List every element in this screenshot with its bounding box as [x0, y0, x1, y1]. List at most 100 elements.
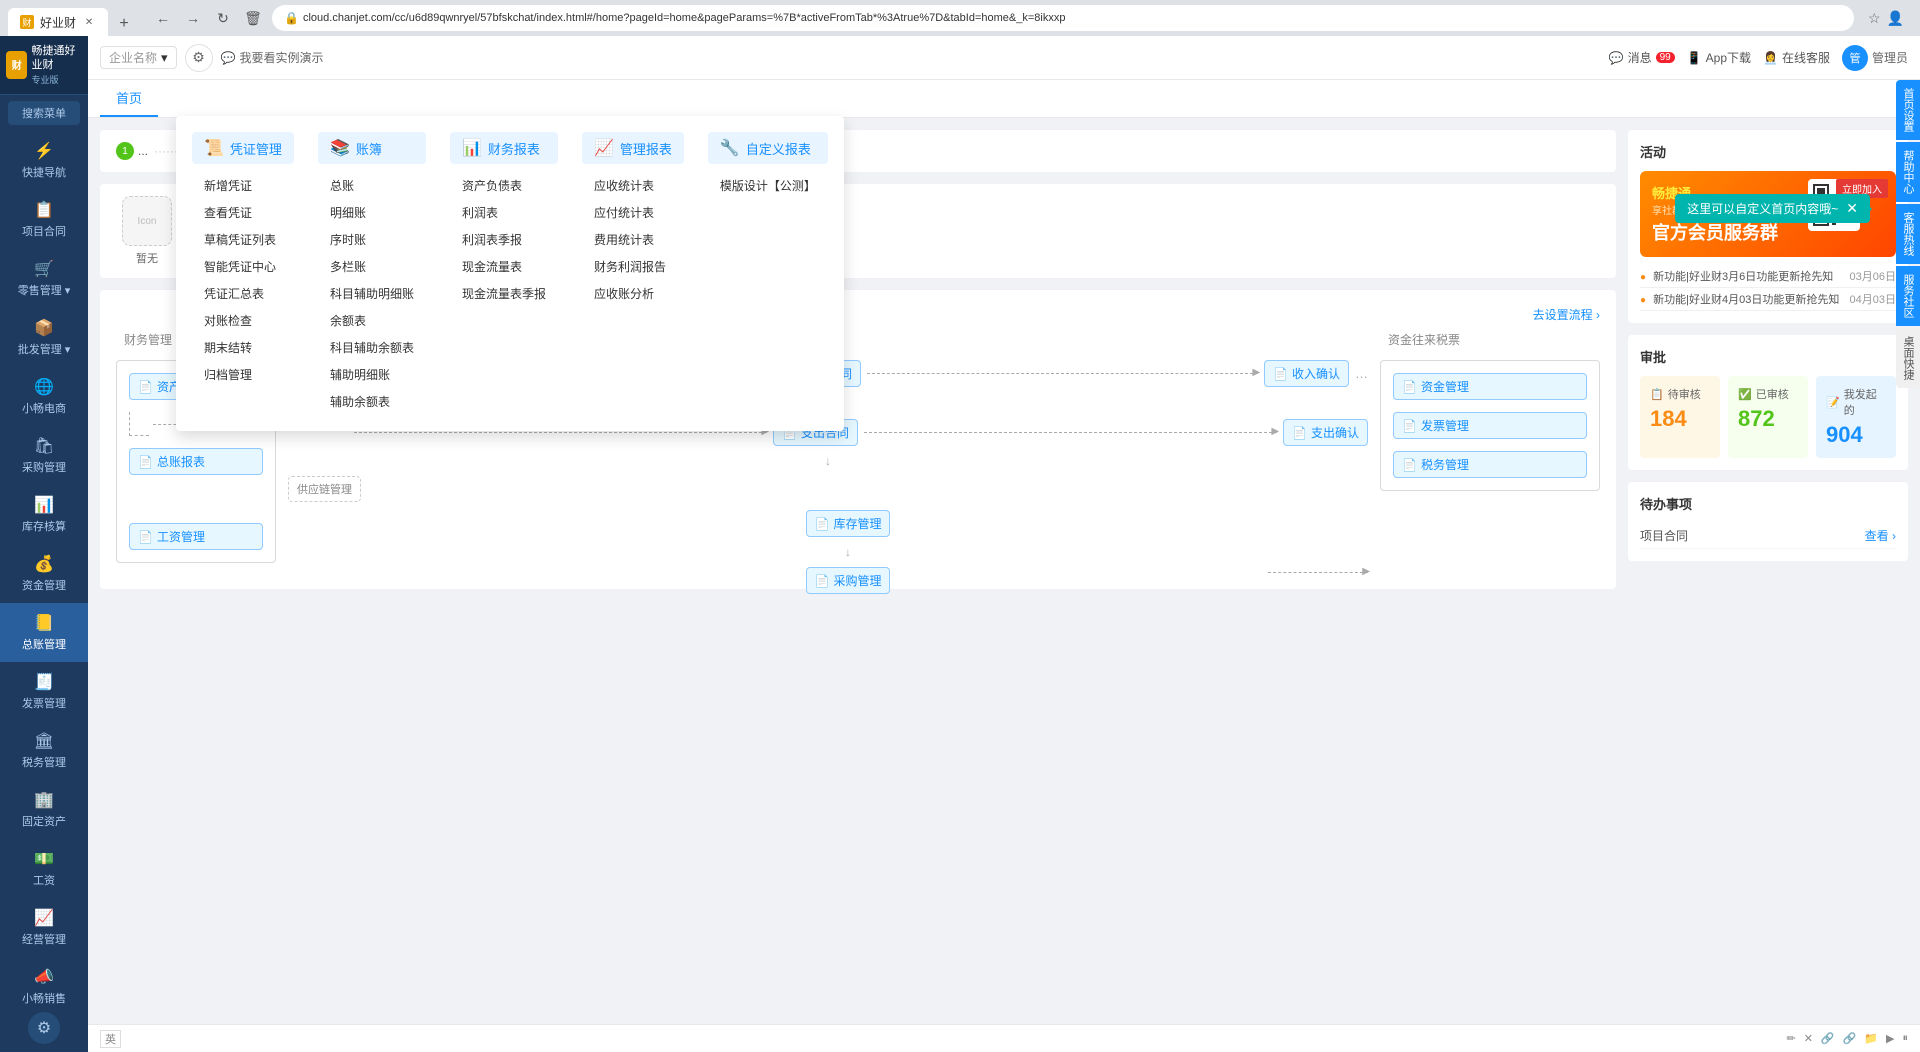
sidebar-item-retail[interactable]: 🛒 零售管理 ▾	[0, 249, 88, 308]
todo-link-1[interactable]: 查看 ›	[1865, 527, 1896, 544]
desktop-shortcut-button[interactable]: 桌面快捷	[1896, 328, 1920, 388]
menu-item-subject-aux-detail[interactable]: 科目辅助明细账	[318, 280, 426, 307]
menu-item-multi-col-ledger[interactable]: 多栏账	[318, 253, 426, 280]
menu-item-general-ledger[interactable]: 总账	[318, 172, 426, 199]
sidebar-settings-button[interactable]: ⚙	[28, 1012, 60, 1044]
sidebar-search-button[interactable]: 搜索菜单	[8, 101, 80, 125]
menu-item-balance-table[interactable]: 余额表	[318, 307, 426, 334]
delete-button[interactable]: 🗑	[240, 5, 266, 31]
edit-icon[interactable]: ✏	[1786, 1032, 1795, 1045]
menu-item-aux-balance[interactable]: 辅助余额表	[318, 388, 426, 415]
sidebar-item-operations[interactable]: 📈 经营管理	[0, 898, 88, 957]
tab-title: 好业财	[40, 14, 76, 31]
flow-expense-confirm[interactable]: 📄 支出确认	[1283, 419, 1368, 446]
new-tab-button[interactable]: +	[112, 12, 136, 36]
customer-hotline-button[interactable]: 客服热线	[1896, 204, 1920, 264]
menu-item-aux-detail[interactable]: 辅助明细账	[318, 361, 426, 388]
message-button[interactable]: 💬 消息 99	[1609, 49, 1675, 66]
menu-item-reconcile[interactable]: 对账检查	[192, 307, 294, 334]
service-community-button[interactable]: 服务社区	[1896, 266, 1920, 326]
back-button[interactable]: ←	[150, 5, 176, 31]
news-item-2[interactable]: ● 新功能|好业财4月03日功能更新抢先知 04月03日	[1640, 288, 1896, 311]
approve-card-pending[interactable]: 📋 待审核 184	[1640, 376, 1720, 458]
menu-item-add-voucher[interactable]: 新增凭证	[192, 172, 294, 199]
link-icon-1[interactable]: 🔗	[1821, 1032, 1835, 1045]
menu-item-receivable-analysis[interactable]: 应收账分析	[582, 280, 684, 307]
sidebar-item-ecommerce[interactable]: 🌐 小畅电商	[0, 367, 88, 426]
flow-inventory-mgmt[interactable]: 📄 库存管理	[806, 510, 891, 537]
quick-icon-box-1: Icon	[122, 196, 172, 246]
menu-item-template-design[interactable]: 模版设计【公测】	[708, 172, 828, 199]
approve-card-approved[interactable]: ✅ 已审核 872	[1728, 376, 1808, 458]
pause-icon[interactable]: ⏸	[1903, 1032, 1909, 1045]
sidebar-item-salary[interactable]: 💵 工资	[0, 839, 88, 898]
menu-item-period-end[interactable]: 期末结转	[192, 334, 294, 361]
sidebar-item-quick-nav[interactable]: ⚡ 快捷导航	[0, 131, 88, 190]
folder-icon[interactable]: 📁	[1864, 1032, 1878, 1045]
menu-item-subject-aux-balance[interactable]: 科目辅助余额表	[318, 334, 426, 361]
flow-salary-mgmt[interactable]: 📄 工资管理	[129, 523, 263, 550]
menu-item-expense-stat[interactable]: 费用统计表	[582, 226, 684, 253]
forward-button[interactable]: →	[180, 5, 206, 31]
menu-item-smart-voucher[interactable]: 智能凭证中心	[192, 253, 294, 280]
sidebar-item-wholesale[interactable]: 📦 批发管理 ▾	[0, 308, 88, 367]
sidebar-item-invoice[interactable]: 🧾 发票管理	[0, 662, 88, 721]
menu-item-archive[interactable]: 归档管理	[192, 361, 294, 388]
quick-icon-1[interactable]: Icon 暂无	[112, 196, 182, 266]
menu-item-financial-profit-report[interactable]: 财务利润报告	[582, 253, 684, 280]
online-service-button[interactable]: 👩‍💼 在线客服	[1763, 49, 1830, 66]
tooltip-text: 这里可以自定义首页内容哦~	[1687, 200, 1838, 217]
reload-button[interactable]: ↻	[210, 5, 236, 31]
flow-invoice-mgmt[interactable]: 📄 发票管理	[1393, 412, 1587, 439]
flow-purchase-mgmt[interactable]: 📄 采购管理	[806, 567, 891, 594]
menu-item-detail-ledger[interactable]: 明细账	[318, 199, 426, 226]
user-area[interactable]: 管 管理员	[1842, 45, 1908, 71]
menu-item-cashflow-quarterly[interactable]: 现金流量表季报	[450, 280, 558, 307]
sidebar-item-inventory[interactable]: 📊 库存核算	[0, 485, 88, 544]
active-tab[interactable]: 财 好业财 ✕	[8, 8, 108, 36]
flow-income-confirm[interactable]: 📄 收入确认	[1264, 360, 1349, 387]
set-flow-link[interactable]: 去设置流程 ›	[1533, 306, 1600, 323]
flow-ledger-report[interactable]: 📄 总账报表	[129, 448, 263, 475]
app-download-button[interactable]: 📱 App下载	[1687, 49, 1751, 66]
tooltip-close-button[interactable]: ✕	[1846, 200, 1858, 217]
approve-card-issued[interactable]: 📝 我发起的 904	[1816, 376, 1896, 458]
tooltip-arrow	[1866, 203, 1878, 215]
menu-item-profit-loss[interactable]: 利润表	[450, 199, 558, 226]
flow-capital-mgmt-right[interactable]: 📄 资金管理	[1393, 373, 1587, 400]
header-settings-button[interactable]: ⚙	[185, 44, 213, 72]
lang-label[interactable]: 英	[100, 1030, 121, 1048]
profile-icon[interactable]: 👤	[1887, 10, 1904, 27]
bookmark-icon[interactable]: ☆	[1868, 10, 1881, 27]
menu-item-draft-voucher[interactable]: 草稿凭证列表	[192, 226, 294, 253]
play-icon[interactable]: ▶	[1886, 1032, 1894, 1045]
news-item-1[interactable]: ● 新功能|好业财3月6日功能更新抢先知 03月06日	[1640, 265, 1896, 288]
sidebar-item-project-contract[interactable]: 📋 项目合同	[0, 190, 88, 249]
menu-item-balance-sheet[interactable]: 资产负债表	[450, 172, 558, 199]
menu-item-view-voucher[interactable]: 查看凭证	[192, 199, 294, 226]
homepage-settings-button[interactable]: 首页设置	[1896, 80, 1920, 140]
close-status-icon[interactable]: ✕	[1804, 1032, 1813, 1045]
menu-item-payable-stat[interactable]: 应付统计表	[582, 199, 684, 226]
sidebar-item-fixed-assets[interactable]: 🏢 固定资产	[0, 780, 88, 839]
menu-item-profit-loss-quarterly[interactable]: 利润表季报	[450, 226, 558, 253]
nav-buttons: ← → ↻ 🗑	[150, 5, 266, 31]
org-selector[interactable]: 企业名称 ▾	[100, 46, 177, 69]
sidebar-item-ledger[interactable]: 📒 总账管理	[0, 603, 88, 662]
message-icon: 💬	[1609, 51, 1624, 65]
sidebar-item-tax[interactable]: 🏛 税务管理	[0, 721, 88, 780]
menu-item-receivable-stat[interactable]: 应收统计表	[582, 172, 684, 199]
sidebar-item-purchase[interactable]: 🛍 采购管理	[0, 426, 88, 485]
menu-item-cashflow[interactable]: 现金流量表	[450, 253, 558, 280]
flow-tax-mgmt[interactable]: 📄 税务管理	[1393, 451, 1587, 478]
link-icon-2[interactable]: 🔗	[1843, 1032, 1857, 1045]
address-bar[interactable]: 🔒 cloud.chanjet.com/cc/u6d89qwnryel/57bf…	[272, 5, 1854, 31]
sidebar-item-sales[interactable]: 📣 小畅销售	[0, 957, 88, 1004]
sidebar-item-capital[interactable]: 💰 资金管理	[0, 544, 88, 603]
tab-close-button[interactable]: ✕	[82, 15, 96, 29]
tab-home[interactable]: 首页	[100, 80, 158, 117]
demo-button[interactable]: 💬 我要看实例演示	[221, 49, 324, 66]
menu-item-voucher-summary[interactable]: 凭证汇总表	[192, 280, 294, 307]
menu-item-sequential-ledger[interactable]: 序时账	[318, 226, 426, 253]
help-center-button[interactable]: 帮助中心	[1896, 142, 1920, 202]
